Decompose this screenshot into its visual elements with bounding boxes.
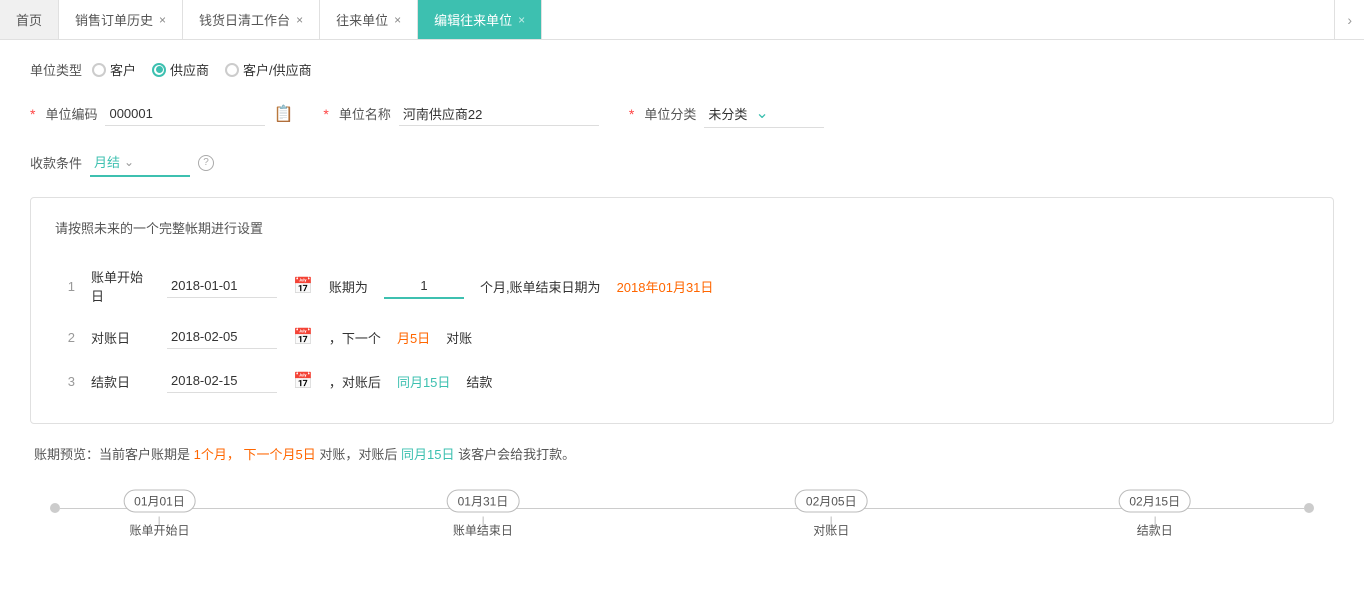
timeline-point-1: 01月01日 账单开始日 (123, 490, 196, 527)
radio-circle-both (225, 63, 239, 77)
fields-row: * 单位编码 📋 * 单位名称 * 单位分类 未分类 ⌄ (30, 99, 1334, 128)
period-number-input[interactable] (384, 274, 464, 299)
calendar-icon-3[interactable]: 📅 (293, 371, 313, 391)
unit-code-input[interactable] (105, 102, 265, 126)
calendar-icon-2[interactable]: 📅 (293, 327, 313, 347)
payment-condition-value: 月结 (94, 152, 120, 171)
required-star-name: * (323, 106, 328, 122)
tab-home[interactable]: 首页 (0, 0, 59, 39)
unit-name-label: 单位名称 (339, 104, 391, 123)
unit-code-label: 单位编码 (45, 104, 97, 123)
period-unit-1: 个月,账单结束日期为 (480, 277, 601, 296)
timeline-label-1: 账单开始日 (129, 522, 189, 539)
timeline-label-3: 对账日 (813, 522, 849, 539)
period-suffix-3a: ，对账后 (329, 372, 381, 391)
payment-condition-label: 收款条件 (30, 153, 82, 172)
unit-code-group: * 单位编码 📋 (30, 102, 293, 126)
preview-prefix: 账期预览：当前客户账期是 (34, 447, 190, 462)
period-date-input-2[interactable] (167, 325, 277, 349)
tab-bar: 首页 销售订单历史 × 钱货日清工作台 × 往来单位 × 编辑往来单位 × › (0, 0, 1364, 40)
radio-circle-customer (92, 63, 106, 77)
timeline-label-4: 结款日 (1137, 522, 1173, 539)
period-num-3: 3 (55, 374, 75, 389)
unit-category-select[interactable]: 未分类 ⌄ (704, 99, 824, 128)
tab-cash-work[interactable]: 钱货日清工作台 × (183, 0, 320, 39)
unit-category-value: 未分类 (708, 104, 747, 123)
period-num-2: 2 (55, 330, 75, 345)
period-row-2: 2 对账日 📅 ，下一个 月5日 对账 (55, 315, 1309, 359)
period-num-1: 1 (55, 279, 75, 294)
period-label-2: 对账日 (91, 328, 151, 347)
period-row-1: 1 账单开始日 📅 账期为 个月,账单结束日期为 2018年01月31日 (55, 257, 1309, 315)
timeline-point-4: 02月15日 结款日 (1118, 490, 1191, 527)
preview-text: 账期预览：当前客户账期是 1个月， 下一个月5日 对账，对账后 同月15日 该客… (30, 444, 1334, 463)
timeline-point-2: 01月31日 账单结束日 (447, 490, 520, 527)
preview-period: 1个月， (194, 447, 240, 462)
period-next-date-2: 月5日 (397, 328, 430, 347)
help-icon[interactable]: ? (198, 155, 214, 171)
chevron-down-icon-payment: ⌄ (124, 155, 134, 169)
unit-type-label: 单位类型 (30, 60, 82, 79)
tab-close-edit-partner[interactable]: × (518, 13, 525, 27)
calendar-icon-1[interactable]: 📅 (293, 276, 313, 296)
tab-edit-partner[interactable]: 编辑往来单位 × (418, 0, 542, 39)
tab-close-partner-unit[interactable]: × (394, 13, 401, 27)
period-date-input-1[interactable] (167, 274, 277, 298)
period-end-date-1: 2018年01月31日 (617, 277, 714, 296)
period-label-1: 账单开始日 (91, 267, 151, 305)
unit-type-radio-group: 客户 供应商 客户/供应商 (92, 60, 312, 79)
timeline-label-2: 账单结束日 (453, 522, 513, 539)
unit-type-row: 单位类型 客户 供应商 客户/供应商 (30, 60, 1334, 79)
main-content: 单位类型 客户 供应商 客户/供应商 * 单位编码 📋 * 单位名称 (0, 40, 1364, 608)
period-row-3: 3 结款日 📅 ，对账后 同月15日 结款 (55, 359, 1309, 403)
period-suffix-3b: 结款 (466, 372, 492, 391)
card-box: 请按照未来的一个完整帐期进行设置 1 账单开始日 📅 账期为 个月,账单结束日期… (30, 197, 1334, 424)
timeline-point-3: 02月05日 对账日 (795, 490, 868, 527)
timeline-badge-1: 01月01日 (123, 490, 196, 513)
period-after-date-3: 同月15日 (397, 372, 450, 391)
calendar-icon-code[interactable]: 📋 (273, 104, 293, 124)
preview-middle: 对账，对账后 (319, 447, 397, 462)
unit-name-group: * 单位名称 (323, 102, 598, 126)
card-instruction: 请按照未来的一个完整帐期进行设置 (55, 218, 1309, 237)
period-date-input-3[interactable] (167, 369, 277, 393)
radio-circle-supplier (152, 63, 166, 77)
timeline-end-dot (1304, 503, 1314, 513)
timeline-track: 01月01日 账单开始日 01月31日 账单结束日 02月05日 对账日 (60, 508, 1304, 509)
unit-category-label: 单位分类 (644, 104, 696, 123)
period-suffix-2a: ，下一个 (329, 328, 381, 347)
radio-supplier[interactable]: 供应商 (152, 60, 209, 79)
period-suffix-2b: 对账 (446, 328, 472, 347)
tab-sales-order[interactable]: 销售订单历史 × (59, 0, 183, 39)
preview-suffix: 该客户会给我打款。 (458, 447, 575, 462)
timeline-badge-3: 02月05日 (795, 490, 868, 513)
preview-settle-date: 同月15日 (401, 447, 454, 462)
timeline-wrapper: 01月01日 账单开始日 01月31日 账单结束日 02月05日 对账日 (30, 483, 1334, 573)
period-label-3: 结款日 (91, 372, 151, 391)
tab-arrow[interactable]: › (1334, 0, 1364, 39)
radio-customer[interactable]: 客户 (92, 60, 136, 79)
preview-next-date: 下一个月5日 (244, 447, 316, 462)
period-suffix-1: 账期为 (329, 277, 368, 296)
timeline-badge-4: 02月15日 (1118, 490, 1191, 513)
tab-close-sales-order[interactable]: × (159, 13, 166, 27)
chevron-down-icon-category: ⌄ (755, 103, 768, 123)
unit-category-group: * 单位分类 未分类 ⌄ (629, 99, 824, 128)
radio-both[interactable]: 客户/供应商 (225, 60, 312, 79)
unit-name-input[interactable] (399, 102, 599, 126)
required-star-code: * (30, 106, 35, 122)
tab-partner-unit[interactable]: 往来单位 × (320, 0, 418, 39)
tab-close-cash-work[interactable]: × (296, 13, 303, 27)
payment-row: 收款条件 月结 ⌄ ? (30, 148, 1334, 177)
timeline-start-dot (50, 503, 60, 513)
timeline-badge-2: 01月31日 (447, 490, 520, 513)
required-star-category: * (629, 106, 634, 122)
payment-condition-select[interactable]: 月结 ⌄ (90, 148, 190, 177)
